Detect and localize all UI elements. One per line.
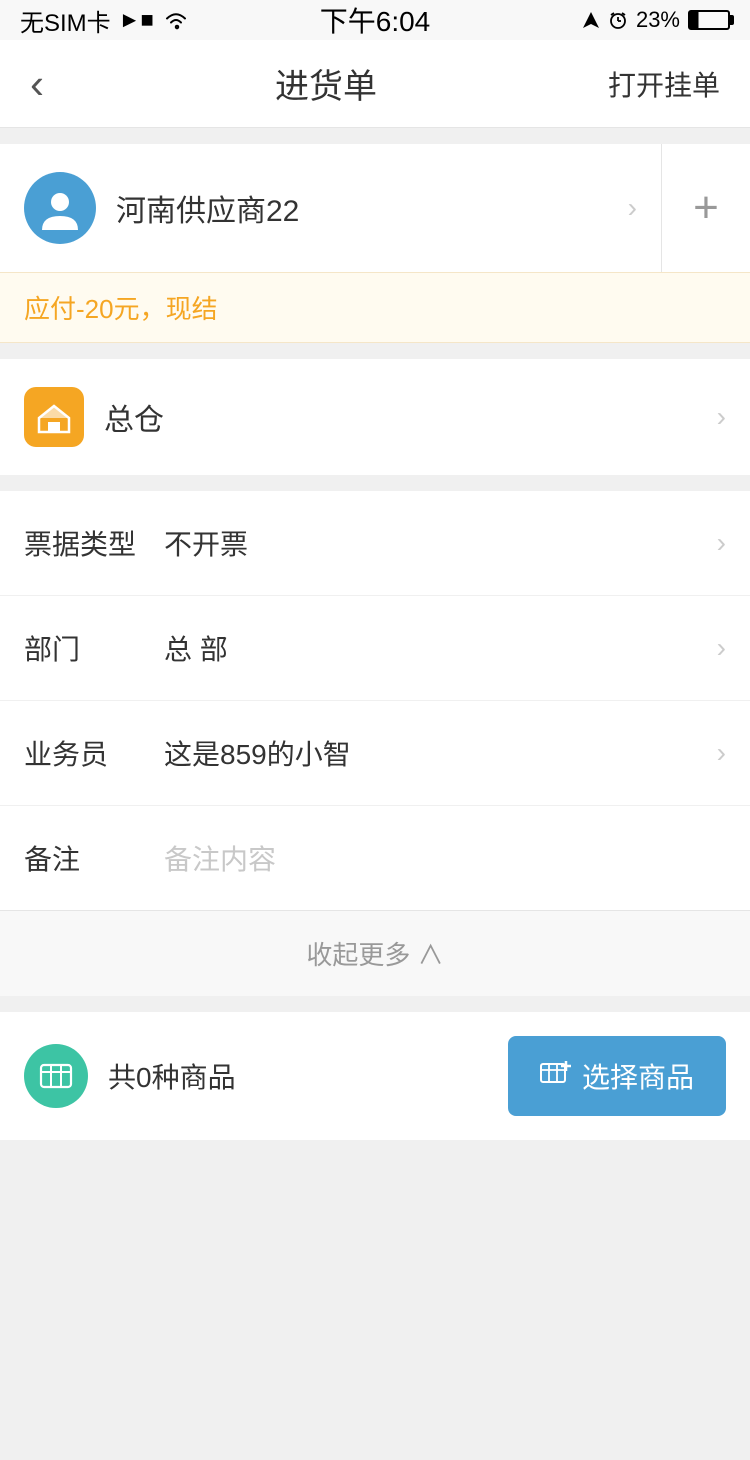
remark-row[interactable]: 备注 备注内容 [0, 806, 750, 910]
product-count-area: 共0种商品 [24, 1044, 236, 1108]
add-supplier-button[interactable]: + [662, 144, 750, 272]
open-pending-button[interactable]: 打开挂单 [608, 64, 720, 104]
select-product-button[interactable]: 选择商品 [508, 1036, 726, 1116]
battery-percent: 23% [636, 7, 680, 33]
collapse-text: 收起更多 ∧ [306, 935, 443, 972]
bottom-space [0, 1140, 750, 1460]
supplier-selector[interactable]: 河南供应商22 › [0, 144, 662, 272]
notice-bar: 应付-20元，现结 [0, 272, 750, 343]
department-label: 部门 [24, 628, 164, 668]
warehouse-icon [24, 387, 84, 447]
add-to-cart-icon [540, 1059, 572, 1085]
product-count-label: 共0种商品 [108, 1056, 236, 1096]
supplier-chevron-icon: › [628, 192, 637, 224]
page-title: 进货单 [275, 59, 377, 108]
alarm-icon [608, 10, 628, 30]
status-bar: 无SIM卡 ►■ 下午6:04 23% [0, 0, 750, 40]
product-section: 共0种商品 选择商品 [0, 1012, 750, 1140]
warehouse-symbol [35, 398, 73, 436]
location-icon [582, 11, 600, 29]
warehouse-chevron-icon: › [717, 401, 726, 433]
select-product-icon [540, 1059, 572, 1093]
invoice-chevron-icon: › [717, 527, 726, 559]
form-section: 票据类型 不开票 › 部门 总 部 › 业务员 这是859的小智 › 备注 备注… [0, 491, 750, 910]
cart-symbol [37, 1057, 75, 1095]
salesperson-chevron-icon: › [717, 737, 726, 769]
collapse-bar[interactable]: 收起更多 ∧ [0, 910, 750, 996]
wifi-symbol [162, 9, 190, 31]
status-left: 无SIM卡 ►■ [20, 3, 190, 38]
battery-icon [688, 10, 730, 30]
department-chevron-icon: › [717, 632, 726, 664]
invoice-type-label: 票据类型 [24, 523, 164, 563]
remark-label: 备注 [24, 838, 164, 878]
supplier-section: 河南供应商22 › + [0, 144, 750, 272]
wifi-icon: ►■ [119, 7, 154, 33]
carrier-text: 无SIM卡 [20, 3, 111, 38]
person-icon [38, 186, 82, 230]
select-product-label: 选择商品 [582, 1056, 694, 1096]
supplier-avatar [24, 172, 96, 244]
product-cart-icon [24, 1044, 88, 1108]
salesperson-label: 业务员 [24, 733, 164, 773]
department-row[interactable]: 部门 总 部 › [0, 596, 750, 701]
status-time: 下午6:04 [320, 0, 431, 40]
salesperson-value: 这是859的小智 [164, 733, 717, 773]
status-right: 23% [582, 7, 730, 33]
invoice-type-value: 不开票 [164, 523, 717, 563]
department-value: 总 部 [164, 628, 717, 668]
notice-text: 应付-20元，现结 [24, 294, 218, 324]
invoice-type-row[interactable]: 票据类型 不开票 › [0, 491, 750, 596]
remark-input[interactable]: 备注内容 [164, 838, 726, 878]
nav-bar: ‹ 进货单 打开挂单 [0, 40, 750, 128]
supplier-name: 河南供应商22 [116, 186, 628, 230]
warehouse-name: 总仓 [104, 395, 717, 439]
back-button[interactable]: ‹ [30, 60, 44, 108]
salesperson-row[interactable]: 业务员 这是859的小智 › [0, 701, 750, 806]
content-area: 河南供应商22 › + 应付-20元，现结 总仓 › 票据类型 不开票 › 部门 [0, 144, 750, 1460]
warehouse-section[interactable]: 总仓 › [0, 359, 750, 475]
